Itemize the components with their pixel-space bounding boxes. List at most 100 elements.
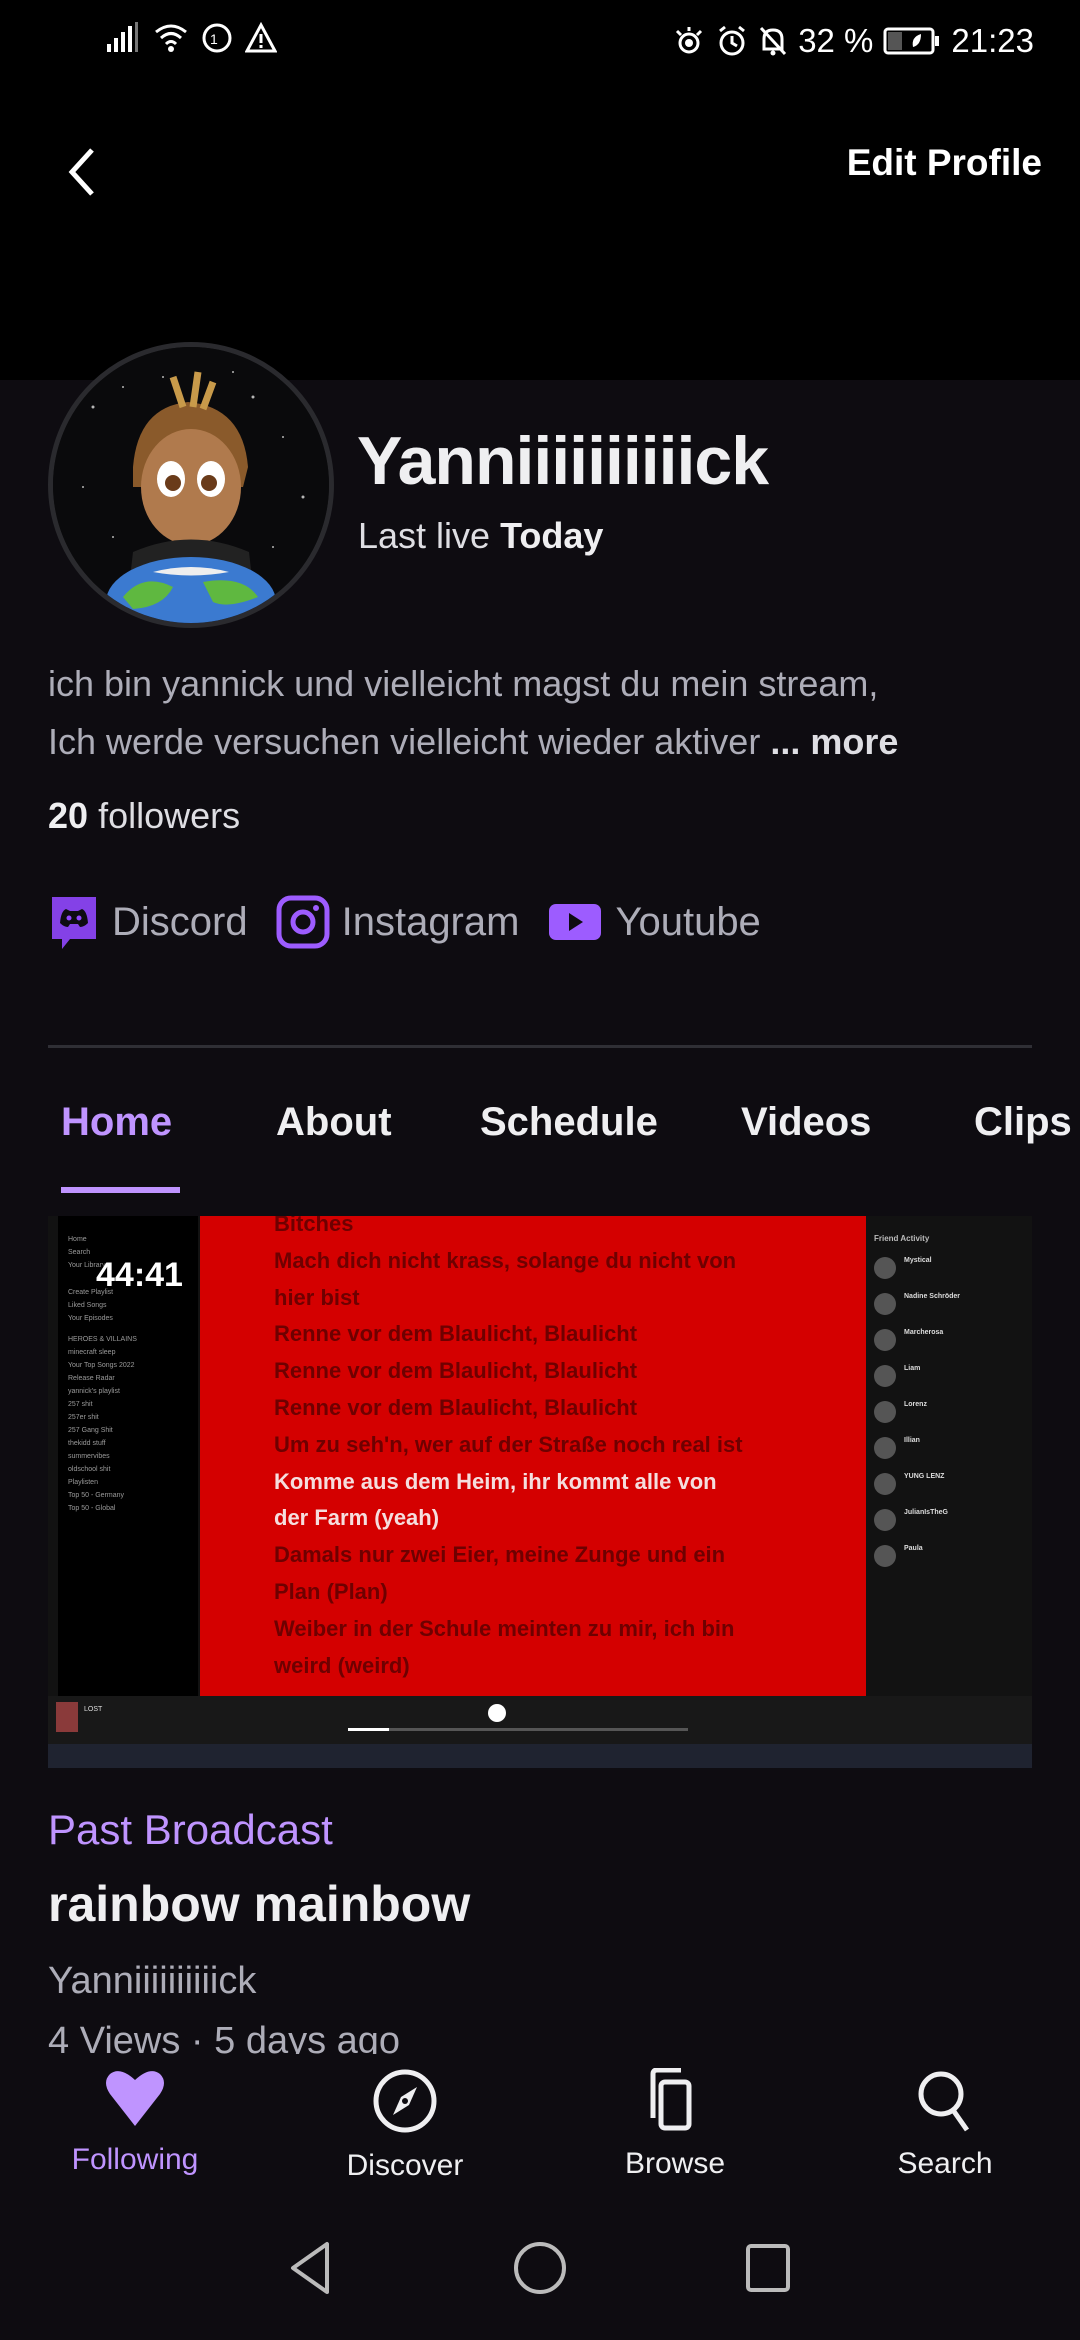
tab-videos[interactable]: Videos — [741, 1100, 871, 1145]
friend-name: Mystical — [904, 1257, 932, 1264]
thumbnail-lyric-line: Weiber in der Schule meinten zu mir, ich… — [274, 1615, 735, 1641]
friend-avatar — [874, 1401, 896, 1423]
tab-about[interactable]: About — [276, 1100, 392, 1145]
thumbnail-lyric-line: Um zu seh'n, wer auf der Straße noch rea… — [274, 1431, 743, 1457]
browse-icon — [650, 2067, 692, 2131]
thumbnail-friend-item: Mystical — [874, 1257, 1032, 1279]
social-link-discord[interactable]: Discord — [48, 893, 248, 951]
followers-label: followers — [98, 795, 241, 836]
thumbnail-sidebar-item: 257er shit — [68, 1414, 99, 1421]
nav-following[interactable]: Following — [35, 2068, 235, 2177]
back-button[interactable] — [62, 140, 112, 210]
friend-avatar — [874, 1365, 896, 1387]
thumbnail-sidebar-item: yannick's playlist — [68, 1388, 120, 1395]
divider — [48, 1045, 1032, 1048]
clock: 21:23 — [951, 22, 1034, 59]
thumbnail-friend-item: YUNG LENZ — [874, 1473, 1032, 1495]
bio-line-1: ich bin yannick und vielleicht magst du … — [48, 663, 879, 704]
thumbnail-friend-activity: Friend Activity Mystical Nadine Schröder M… — [866, 1216, 1032, 1696]
thumbnail-sidebar-item: summervibes — [68, 1453, 110, 1460]
friend-name: Liam — [904, 1365, 921, 1372]
system-recents-button[interactable] — [740, 2238, 796, 2303]
thumbnail-sidebar-item: thekidd stuff — [68, 1440, 106, 1447]
thumbnail-sidebar-item: Liked Songs — [68, 1302, 107, 1309]
thumbnail-friend-item: Nadine Schröder — [874, 1293, 1032, 1315]
friend-avatar — [874, 1437, 896, 1459]
video-title[interactable]: rainbow mainbow — [48, 1875, 470, 1933]
battery-icon — [883, 27, 940, 55]
tab-clips[interactable]: Clips — [974, 1100, 1072, 1145]
mute-bell-icon — [760, 26, 787, 56]
instagram-icon — [276, 895, 330, 949]
data-saver-icon: 1 — [202, 23, 232, 53]
social-link-discord-label: Discord — [112, 899, 248, 944]
alarm-icon — [719, 25, 746, 56]
thumbnail-lyric-line: Renne vor dem Blaulicht, Blaulicht — [274, 1394, 638, 1420]
thumbnail-lyric-line: Renne vor dem Blaulicht, Blaulicht — [274, 1358, 638, 1384]
video-thumbnail[interactable]: Home Search Your Library Create Playlist Lik… — [48, 1216, 1032, 1768]
video-meta: 4 Views · 5 days ago — [48, 2020, 401, 2054]
system-back-button[interactable] — [285, 2238, 335, 2303]
friend-name: Marcherosa — [904, 1329, 944, 1336]
warning-icon — [245, 22, 277, 53]
friend-name: Nadine Schröder — [904, 1293, 961, 1300]
thumbnail-sidebar-item: Top 50 - Germany — [68, 1492, 125, 1499]
thumbnail-sidebar-item: Playlisten — [68, 1479, 98, 1486]
friend-avatar — [874, 1293, 896, 1315]
recents-icon — [746, 2244, 790, 2292]
friend-avatar — [874, 1257, 896, 1279]
bio-more-button[interactable]: ... more — [770, 721, 898, 762]
friend-name: Paula — [904, 1545, 923, 1552]
last-live: Last live Today — [358, 515, 603, 557]
compass-icon — [373, 2069, 437, 2133]
thumbnail-lyric-line: weird (weird) — [274, 1652, 410, 1678]
youtube-icon — [549, 904, 602, 940]
back-icon — [291, 2242, 329, 2294]
tab-home[interactable]: Home — [61, 1100, 172, 1145]
friend-avatar — [874, 1329, 896, 1351]
thumbnail-sidebar-item: Your Top Songs 2022 — [68, 1362, 135, 1369]
channel-name: Yanniiiiiiiiiick — [357, 423, 769, 499]
nav-discover[interactable]: Discover — [305, 2068, 505, 2183]
wifi-icon — [155, 24, 187, 52]
last-live-label: Last live — [358, 515, 491, 556]
svg-text:1: 1 — [210, 31, 218, 47]
thumbnail-lyric-line: Komme aus dem Heim, ihr kommt alle von — [274, 1468, 717, 1494]
bio-line-2-text: Ich werde versuchen vielleicht wieder ak… — [48, 721, 761, 762]
thumbnail-sidebar-item: Top 50 - Global — [68, 1505, 116, 1512]
thumbnail-sidebar-item: 257 Gang Shit — [68, 1427, 113, 1434]
friend-avatar — [874, 1509, 896, 1531]
avatar-image — [53, 347, 329, 623]
channel-tabs: Home About Schedule Videos Clips — [0, 1095, 1080, 1195]
thumbnail-sidebar-item: oldschool shit — [68, 1466, 111, 1473]
thumbnail-sidebar-item: Release Radar — [68, 1375, 115, 1382]
thumbnail-lyrics: Bitches Mach dich nicht krass, solange du… — [200, 1216, 866, 1696]
nav-discover-label: Discover — [346, 2149, 464, 2182]
system-home-button[interactable] — [510, 2238, 570, 2303]
thumbnail-lyric-line: Plan (Plan) — [274, 1578, 388, 1604]
social-links: Discord Instagram Youtube — [48, 893, 789, 951]
friend-avatar — [874, 1545, 896, 1567]
signal-icon — [107, 22, 138, 52]
social-link-instagram-label: Instagram — [341, 899, 520, 944]
tab-schedule[interactable]: Schedule — [480, 1100, 658, 1145]
thumbnail-sidebar-item: Search — [68, 1249, 91, 1256]
nav-browse-label: Browse — [624, 2147, 726, 2180]
thumbnail-sidebar-item: HEROES & VILLAINS — [68, 1336, 137, 1343]
friend-name: YUNG LENZ — [904, 1473, 945, 1480]
nav-following-label: Following — [71, 2143, 199, 2176]
nav-search[interactable]: Search — [845, 2068, 1045, 2181]
friend-name: Illian — [904, 1437, 920, 1444]
video-duration: 44:41 — [96, 1256, 183, 1294]
avatar[interactable] — [48, 342, 334, 628]
social-link-youtube[interactable]: Youtube — [547, 900, 761, 945]
thumbnail-sidebar-item: Your Episodes — [68, 1315, 113, 1322]
friend-avatar — [874, 1473, 896, 1495]
thumbnail-lyric-line: Renne vor dem Blaulicht, Blaulicht — [274, 1321, 638, 1347]
thumbnail-sidebar-item: 257 shit — [68, 1401, 93, 1408]
nav-browse[interactable]: Browse — [575, 2067, 775, 2181]
social-link-instagram[interactable]: Instagram — [276, 895, 520, 949]
edit-profile-button[interactable]: Edit Profile — [847, 142, 1042, 184]
thumbnail-lyric-line: Mach dich nicht krass, solange du nicht … — [274, 1247, 737, 1273]
system-navigation — [0, 2208, 1080, 2340]
